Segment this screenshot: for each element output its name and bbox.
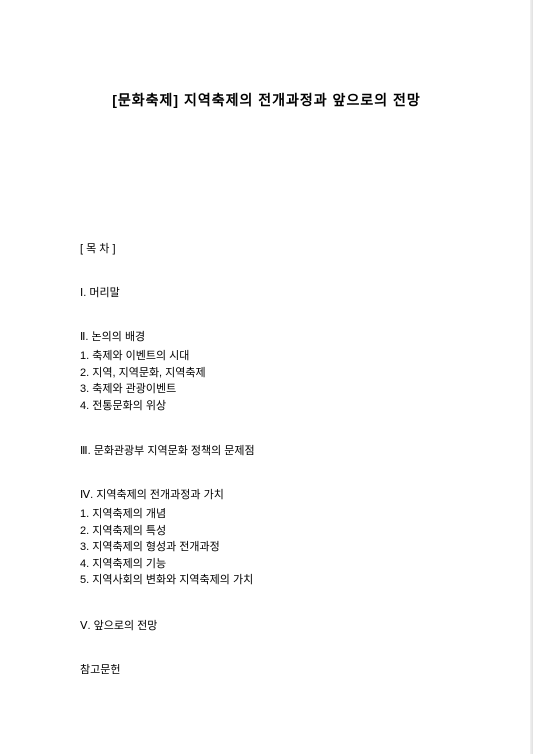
toc-item: 5. 지역사회의 변화와 지역축제의 가치: [80, 572, 453, 589]
section-1-heading: Ⅰ. 머리말: [80, 284, 453, 300]
section-1: Ⅰ. 머리말: [80, 284, 453, 300]
section-5: Ⅴ. 앞으로의 전망: [80, 617, 453, 633]
toc-heading: [ 목 차 ]: [80, 240, 453, 256]
section-5-heading: Ⅴ. 앞으로의 전망: [80, 617, 453, 633]
section-3: Ⅲ. 문화관광부 지역문화 정책의 문제점: [80, 442, 453, 458]
section-4: Ⅳ. 지역축제의 전개과정과 가치 1. 지역축제의 개념 2. 지역축제의 특…: [80, 486, 453, 589]
section-6: 참고문헌: [80, 661, 453, 677]
toc-item: 1. 지역축제의 개념: [80, 506, 453, 523]
toc-item: 3. 축제와 관광이벤트: [80, 381, 453, 398]
toc-item: 1. 축제와 이벤트의 시대: [80, 348, 453, 365]
toc-item: 2. 지역, 지역문화, 지역축제: [80, 365, 453, 382]
toc-item: 4. 전통문화의 위상: [80, 398, 453, 415]
toc-item: 3. 지역축제의 형성과 전개과정: [80, 539, 453, 556]
toc-item: 2. 지역축제의 특성: [80, 523, 453, 540]
section-3-heading: Ⅲ. 문화관광부 지역문화 정책의 문제점: [80, 442, 453, 458]
document-title: [문화축제] 지역축제의 전개과정과 앞으로의 전망: [80, 90, 453, 110]
section-6-heading: 참고문헌: [80, 661, 453, 677]
section-4-heading: Ⅳ. 지역축제의 전개과정과 가치: [80, 486, 453, 502]
toc-item: 4. 지역축제의 기능: [80, 556, 453, 573]
section-2-heading: Ⅱ. 논의의 배경: [80, 328, 453, 344]
section-2: Ⅱ. 논의의 배경 1. 축제와 이벤트의 시대 2. 지역, 지역문화, 지역…: [80, 328, 453, 414]
